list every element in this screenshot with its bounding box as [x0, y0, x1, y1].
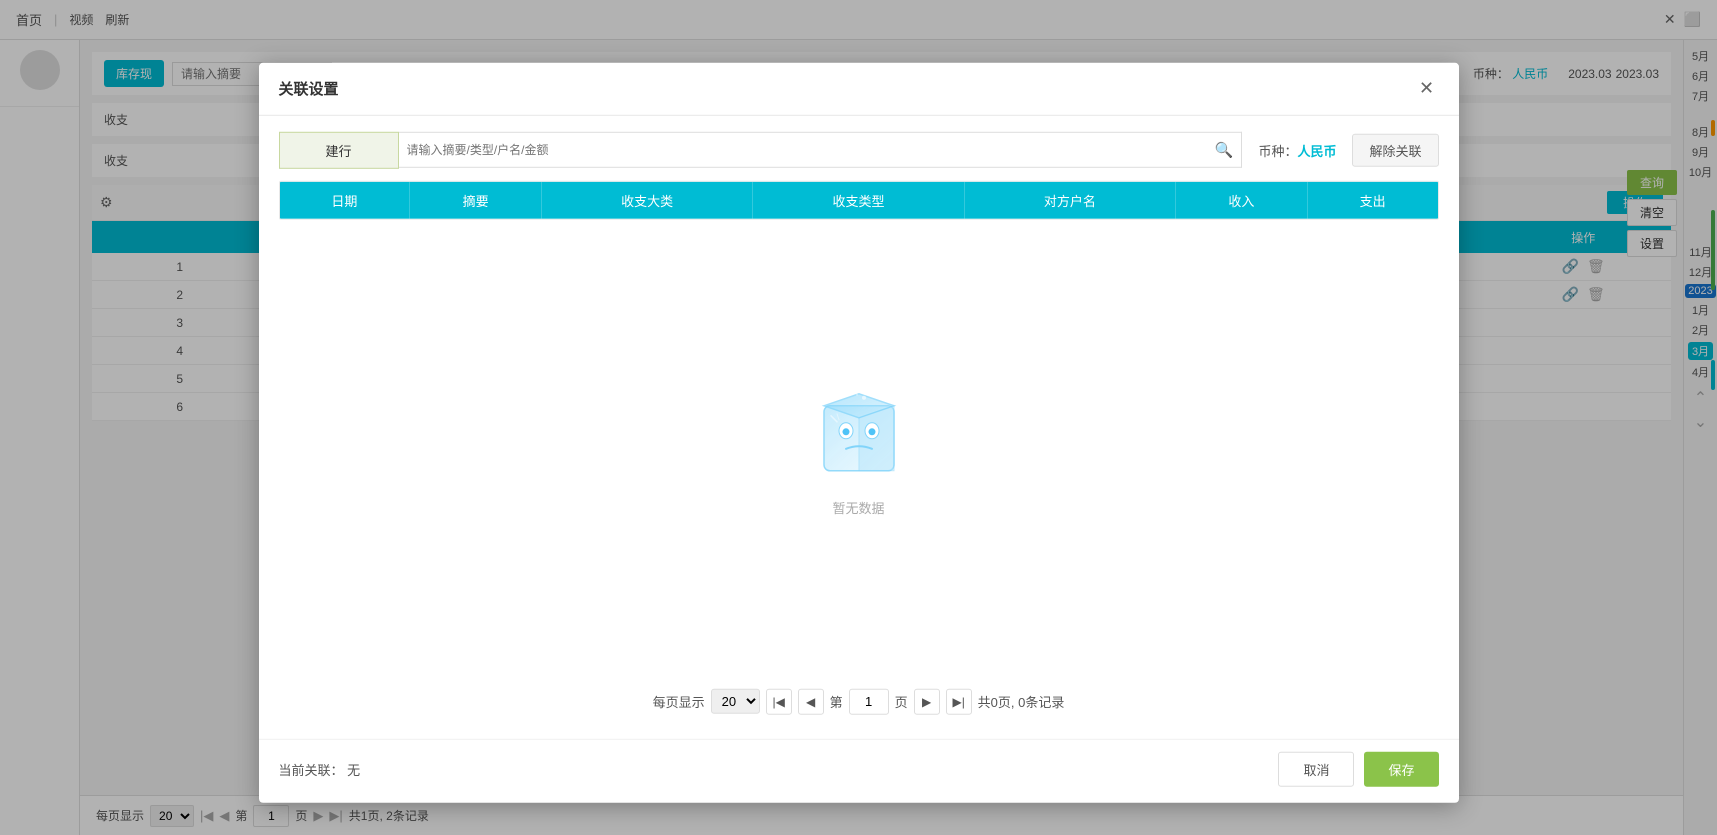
- modal-th-counterparty: 对方户名: [964, 181, 1175, 218]
- modal-search-input[interactable]: [407, 143, 1215, 157]
- modal-title: 关联设置: [279, 78, 339, 99]
- modal-close-btn[interactable]: ✕: [1415, 76, 1439, 100]
- modal-footer: 当前关联： 无 取消 保存: [259, 738, 1459, 802]
- modal-currency-label: 币种：: [1258, 140, 1297, 159]
- current-link-label: 当前关联：: [279, 762, 344, 777]
- modal-dialog: 关联设置 ✕ 建行 🔍 币种： 人民币 解除关联: [259, 62, 1459, 802]
- modal-th-type: 收支类型: [753, 181, 964, 218]
- modal-page-prev-btn[interactable]: ◀: [798, 688, 824, 714]
- modal-per-page-label: 每页显示: [653, 692, 705, 711]
- modal-page-unit: 页: [895, 692, 908, 711]
- modal-table-head: 日期 摘要 收支大类 收支类型 对方户名 收入 支出: [280, 181, 1438, 218]
- empty-text: 暂无数据: [832, 497, 884, 516]
- bank-tab[interactable]: 建行: [279, 131, 399, 168]
- modal-th-abstract: 摘要: [410, 181, 542, 218]
- current-link-value: 无: [347, 762, 360, 777]
- modal-search-icon[interactable]: 🔍: [1215, 141, 1234, 159]
- currency-display: 币种： 人民币: [1258, 140, 1336, 159]
- modal-page-last-btn[interactable]: ▶|: [946, 688, 972, 714]
- modal-page-first-btn[interactable]: |◀: [766, 688, 792, 714]
- modal-page-input[interactable]: [849, 688, 889, 714]
- current-link-display: 当前关联： 无: [279, 759, 361, 778]
- modal-table-container: 日期 摘要 收支大类 收支类型 对方户名 收入 支出: [279, 180, 1439, 219]
- modal-per-page-select[interactable]: 20: [711, 689, 760, 714]
- modal-th-date: 日期: [280, 181, 410, 218]
- modal-page-next-btn[interactable]: ▶: [914, 688, 940, 714]
- save-button[interactable]: 保存: [1364, 751, 1438, 786]
- modal-th-bigcat: 收支大类: [541, 181, 752, 218]
- unlink-btn[interactable]: 解除关联: [1352, 133, 1438, 166]
- footer-buttons: 取消 保存: [1278, 751, 1438, 786]
- modal-body: 建行 🔍 币种： 人民币 解除关联 日期 摘要 收支大类: [259, 115, 1459, 738]
- search-box: 🔍: [399, 132, 1243, 168]
- modal-table-header-row: 日期 摘要 收支大类 收支类型 对方户名 收入 支出: [280, 181, 1438, 218]
- empty-icon: [799, 375, 919, 485]
- modal-page-total: 共0页, 0条记录: [978, 692, 1065, 711]
- modal-header: 关联设置 ✕: [259, 62, 1459, 115]
- cancel-button[interactable]: 取消: [1278, 751, 1354, 786]
- modal-currency-value: 人民币: [1297, 140, 1336, 159]
- modal-page-label: 第: [830, 692, 843, 711]
- modal-th-income: 收入: [1176, 181, 1308, 218]
- filter-row: 建行 🔍 币种： 人民币 解除关联: [279, 131, 1439, 168]
- modal-table: 日期 摘要 收支大类 收支类型 对方户名 收入 支出: [280, 181, 1438, 218]
- modal-pagination: 每页显示 20 |◀ ◀ 第 页 ▶ ▶| 共0页, 0条记录: [279, 672, 1439, 722]
- modal-th-expense: 支出: [1307, 181, 1437, 218]
- empty-state: 暂无数据: [279, 219, 1439, 672]
